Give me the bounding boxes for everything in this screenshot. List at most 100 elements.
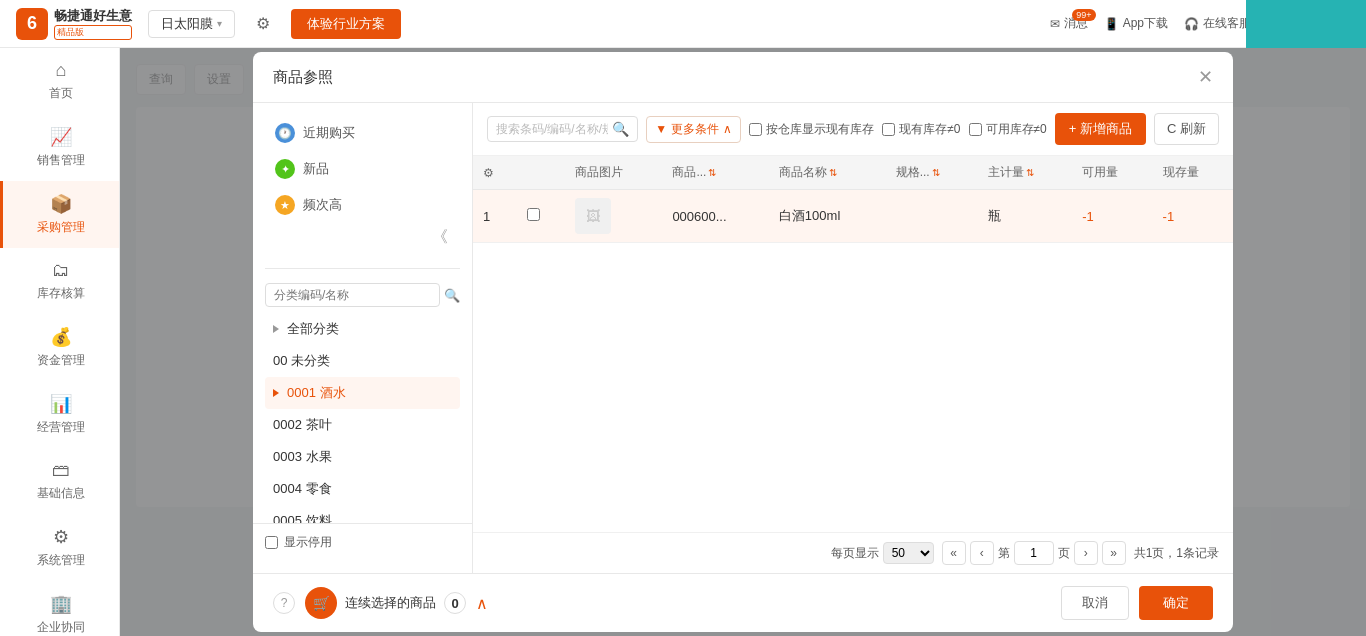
row-checkbox[interactable] [527, 208, 540, 221]
new-products[interactable]: ✦ 新品 [265, 151, 460, 187]
show-disabled-checkbox[interactable] [265, 536, 278, 549]
modal-footer: ? 🛒 连续选择的商品 0 ∧ 取消 确定 [253, 573, 1233, 632]
sidebar-item-basic[interactable]: 🗃 基础信息 [0, 448, 119, 514]
modal-right-panel: 🔍 ▼ 更多条件 ∧ 按仓库显示现有库存 [473, 103, 1233, 573]
search-icon[interactable]: 🔍 [612, 121, 629, 137]
expand-icon-0001 [273, 389, 279, 397]
col-settings[interactable]: ⚙ [473, 156, 517, 190]
cart-area: 🛒 连续选择的商品 0 [305, 587, 466, 619]
sidebar-item-sales[interactable]: 📈 销售管理 [0, 114, 119, 181]
quick-nav: 🕐 近期购买 ✦ 新品 ★ 频次高 [253, 115, 472, 223]
sidebar-item-finance[interactable]: 💰 资金管理 [0, 314, 119, 381]
logo-text: 畅捷通好生意 精品版 [54, 7, 132, 40]
modal-header: 商品参照 ✕ [253, 52, 1233, 103]
logo: 6 畅捷通好生意 精品版 [16, 7, 136, 40]
sidebar-label-inventory: 库存核算 [37, 285, 85, 302]
inventory-icon: 🗂 [52, 260, 70, 281]
cart-icon[interactable]: 🛒 [305, 587, 337, 619]
cell-name: 白酒100ml [769, 190, 886, 243]
sidebar-label-home: 首页 [49, 85, 73, 102]
enterprise-icon: 🏢 [50, 593, 72, 615]
teal-bar [1246, 0, 1366, 48]
gear-icon[interactable]: ⚙ [247, 8, 279, 40]
more-filter-button[interactable]: ▼ 更多条件 ∧ [646, 116, 741, 143]
nonzero-stock-filter[interactable]: 现有库存≠0 [882, 121, 960, 138]
page-navigation: « ‹ 第 页 › » [942, 541, 1126, 565]
cancel-button[interactable]: 取消 [1061, 586, 1129, 620]
filter-up-arrow-icon: ∧ [723, 122, 732, 136]
col-code[interactable]: 商品... [662, 156, 768, 190]
modal-left-panel: 🕐 近期购买 ✦ 新品 ★ 频次高 [253, 103, 473, 573]
notifications[interactable]: ✉ 消息 99+ [1050, 15, 1088, 32]
col-unit[interactable]: 主计量 [978, 156, 1073, 190]
pagination: 每页显示 50 10 20 100 « ‹ [473, 532, 1233, 573]
show-disabled-row: 显示停用 [253, 523, 472, 561]
main-layout: ⌂ 首页 📈 销售管理 📦 采购管理 🗂 库存核算 💰 资金管理 📊 经营管理 … [0, 48, 1366, 636]
sidebar-item-inventory[interactable]: 🗂 库存核算 [0, 248, 119, 314]
cat-item-0005[interactable]: 0005 饮料 [265, 505, 460, 523]
category-list: 全部分类 00 未分类 0001 酒水 0002 茶叶 [253, 313, 472, 523]
help-icon[interactable]: ? [273, 592, 295, 614]
category-search-input[interactable] [265, 283, 440, 307]
cat-item-00[interactable]: 00 未分类 [265, 345, 460, 377]
collapse-left-icon[interactable]: 《 [432, 227, 448, 248]
cell-img: 🖼 [565, 190, 663, 243]
basic-icon: 🗃 [52, 460, 70, 481]
prev-page-button[interactable]: ‹ [970, 541, 994, 565]
product-reference-modal: 商品参照 ✕ 🕐 近期购买 ✦ 新 [253, 52, 1233, 632]
warehouse-stock-filter[interactable]: 按仓库显示现有库存 [749, 121, 874, 138]
available-stock-filter[interactable]: 可用库存≠0 [969, 121, 1047, 138]
download-icon: 📱 [1104, 17, 1119, 31]
recent-purchases[interactable]: 🕐 近期购买 [265, 115, 460, 151]
category-search-icon[interactable]: 🔍 [444, 288, 460, 303]
page-size-select[interactable]: 50 10 20 100 [883, 542, 934, 564]
app-download[interactable]: 📱 App下载 [1104, 15, 1168, 32]
product-search-input[interactable] [496, 122, 608, 136]
sidebar-item-enterprise[interactable]: 🏢 企业协同 [0, 581, 119, 636]
available-stock-checkbox[interactable] [969, 123, 982, 136]
toolbar-right: + 新增商品 C 刷新 [1055, 113, 1219, 145]
cat-item-0003[interactable]: 0003 水果 [265, 441, 460, 473]
product-table: ⚙ 商品图片 商品... 商品名称 规格... 主计量 可用量 现存量 [473, 156, 1233, 243]
nonzero-stock-checkbox[interactable] [882, 123, 895, 136]
chevron-down-icon: ▾ [217, 18, 222, 29]
system-icon: ⚙ [53, 526, 69, 548]
last-page-button[interactable]: » [1102, 541, 1126, 565]
sidebar-label-sales: 销售管理 [37, 152, 85, 169]
high-frequency[interactable]: ★ 频次高 [265, 187, 460, 223]
sidebar-label-purchase: 采购管理 [37, 219, 85, 236]
refresh-button[interactable]: C 刷新 [1154, 113, 1219, 145]
col-name[interactable]: 商品名称 [769, 156, 886, 190]
sidebar-item-purchase[interactable]: 📦 采购管理 [0, 181, 119, 248]
add-product-button[interactable]: + 新增商品 [1055, 113, 1146, 145]
sidebar-item-operation[interactable]: 📊 经营管理 [0, 381, 119, 448]
new-icon: ✦ [275, 159, 295, 179]
collapse-arrow-icon[interactable]: ∧ [476, 594, 488, 613]
online-service[interactable]: 🎧 在线客服 [1184, 15, 1251, 32]
cat-item-0004[interactable]: 0004 零食 [265, 473, 460, 505]
finance-icon: 💰 [50, 326, 72, 348]
page-number-input[interactable] [1014, 541, 1054, 565]
cell-unit: 瓶 [978, 190, 1073, 243]
cat-item-0002[interactable]: 0002 茶叶 [265, 409, 460, 441]
cat-item-all[interactable]: 全部分类 [265, 313, 460, 345]
col-spec[interactable]: 规格... [886, 156, 978, 190]
close-icon[interactable]: ✕ [1198, 66, 1213, 88]
sidebar-item-system[interactable]: ⚙ 系统管理 [0, 514, 119, 581]
footer-buttons: 取消 确定 [1061, 586, 1213, 620]
cell-spec [886, 190, 978, 243]
col-stock: 现存量 [1153, 156, 1233, 190]
first-page-button[interactable]: « [942, 541, 966, 565]
table-row[interactable]: 1 🖼 000600... 白酒100ml 瓶 [473, 190, 1233, 243]
sidebar: ⌂ 首页 📈 销售管理 📦 采购管理 🗂 库存核算 💰 资金管理 📊 经营管理 … [0, 48, 120, 636]
warehouse-stock-checkbox[interactable] [749, 123, 762, 136]
confirm-button[interactable]: 确定 [1139, 586, 1213, 620]
experience-button[interactable]: 体验行业方案 [291, 9, 401, 39]
cell-check[interactable] [517, 190, 564, 243]
nav-selector[interactable]: 日太阳膜 ▾ [148, 10, 235, 38]
next-page-button[interactable]: › [1074, 541, 1098, 565]
category-search: 🔍 [253, 277, 472, 313]
cat-item-0001[interactable]: 0001 酒水 [265, 377, 460, 409]
headset-icon: 🎧 [1184, 17, 1199, 31]
sidebar-item-home[interactable]: ⌂ 首页 [0, 48, 119, 114]
